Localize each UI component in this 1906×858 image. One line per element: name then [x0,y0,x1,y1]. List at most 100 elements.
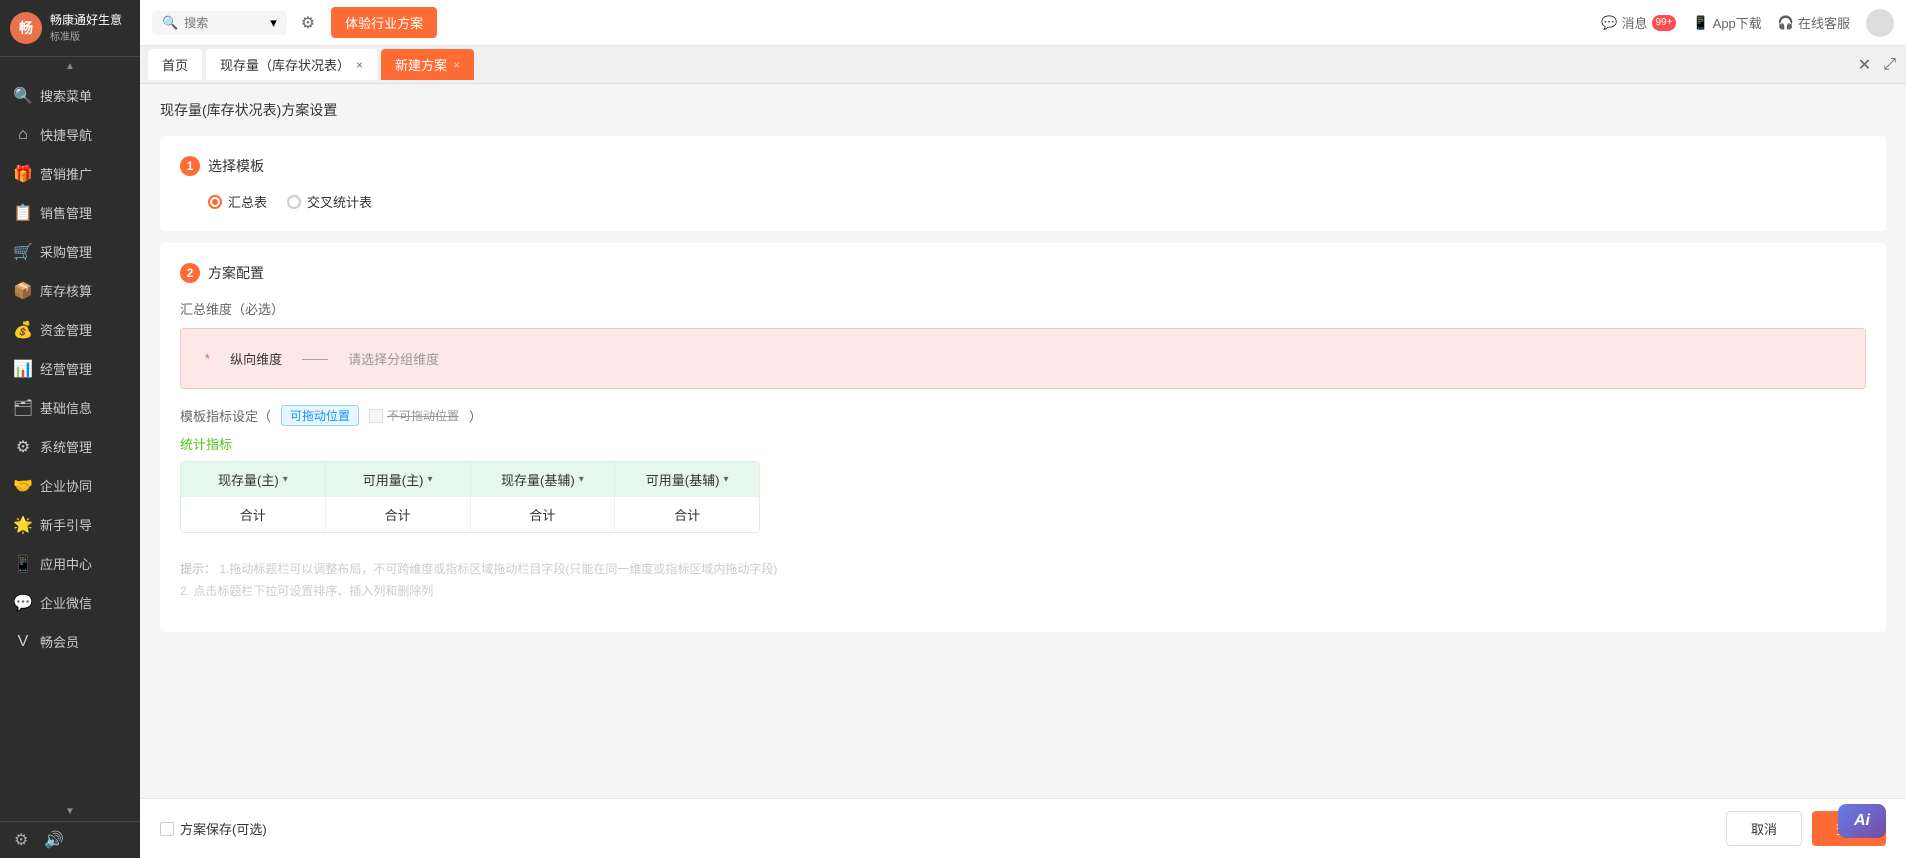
tab-inventory-status[interactable]: 现存量（库存状况表） × [206,49,377,80]
col-3-chevron[interactable]: ▾ [579,474,584,485]
step1-badge: 1 [180,156,200,176]
sidebar-item-label: 应用中心 [40,554,92,573]
cart-icon: 🛒 [14,243,32,261]
sidebar-item-label: 销售管理 [40,203,92,222]
search-icon: 🔍 [14,87,32,105]
radio-summary[interactable]: 汇总表 [208,192,267,211]
col-1-chevron[interactable]: ▾ [283,474,288,485]
sidebar-scroll-up[interactable]: ▲ [0,57,140,76]
tab-inventory-label: 现存量（库存状况表） [220,55,350,74]
footer-bar: 方案保存(可选) 取消 查询 [140,798,1906,858]
sales-icon: 📋 [14,204,32,222]
trial-btn[interactable]: 体验行业方案 [331,7,437,38]
message-badge: 99+ [1652,15,1677,31]
search-icon: 🔍 [162,15,178,31]
col-3-header[interactable]: 现存量(基辅) ▾ [471,462,616,497]
topbar-search-box[interactable]: 🔍 ▾ [152,11,287,35]
sidebar-item-base[interactable]: 🗂 基础信息 [0,388,140,427]
col-4-chevron[interactable]: ▾ [723,474,728,485]
tab-new-scheme[interactable]: 新建方案 × [381,49,474,80]
dimension-area[interactable]: * 纵向维度 —— 请选择分组维度 [180,328,1866,389]
tip-title: 提示： 1.拖动标题栏可以调整布局，不可跨维度或指标区域拖动栏目字段(只能在同一… [180,559,1866,581]
tab-new-scheme-close[interactable]: × [453,58,460,72]
section2-header: 2 方案配置 [180,263,1866,283]
customer-service-btn[interactable]: 🎧 在线客服 [1778,13,1850,32]
tab-inventory-close[interactable]: × [356,58,363,72]
settings-bottom-icon[interactable]: ⚙ [14,830,28,850]
col-2-chevron[interactable]: ▾ [427,474,432,485]
sidebar-item-operation[interactable]: 📊 经营管理 [0,349,140,388]
save-checkbox-label: 方案保存(可选) [180,819,267,838]
col-4-label: 可用量(基辅) [646,470,720,489]
section-template: 1 选择模板 汇总表 交叉统计表 [160,136,1886,231]
stats-table: 现存量(主) ▾ 可用量(主) ▾ 现存量(基辅) ▾ 可用量(基辅) [180,461,760,533]
radio-cross[interactable]: 交叉统计表 [287,192,372,211]
star-icon: 🌟 [14,516,32,534]
app-name: 畅康通好生意 [50,13,122,29]
sidebar-item-inventory[interactable]: 📦 库存核算 [0,271,140,310]
sidebar-item-sales[interactable]: 📋 销售管理 [0,193,140,232]
search-input[interactable] [184,16,264,30]
radio-cross-circle [287,195,301,209]
col-2-body: 合计 [326,497,471,532]
sidebar-item-wechat[interactable]: 💬 企业微信 [0,583,140,622]
sidebar-item-enterprise[interactable]: 🤝 企业协同 [0,466,140,505]
sidebar-item-newbie[interactable]: 🌟 新手引导 [0,505,140,544]
content-area: 现存量(库存状况表)方案设置 1 选择模板 汇总表 交叉统计表 [140,84,1906,798]
col-2-header[interactable]: 可用量(主) ▾ [326,462,471,497]
box-icon: 📦 [14,282,32,300]
save-checkbox-box[interactable] [160,822,174,836]
app-download-btn[interactable]: 📱 App下载 [1692,13,1761,32]
sidebar-logo: 畅 畅康通好生意 标准版 [0,0,140,57]
dimension-field-label: 汇总维度（必选） [180,299,1866,318]
cancel-button[interactable]: 取消 [1726,811,1802,846]
sidebar-item-label: 系统管理 [40,437,92,456]
col-3-label: 现存量(基辅) [501,470,575,489]
sidebar-item-nav[interactable]: ⌂ 快捷导航 [0,115,140,154]
close-panel-btn[interactable]: ✕ [1856,53,1873,77]
sidebar-item-label: 经营管理 [40,359,92,378]
indicator-label-text: 模板指标设定（ [180,406,271,425]
gift-icon: 🎁 [14,165,32,183]
sidebar-item-marketing[interactable]: 🎁 营销推广 [0,154,140,193]
sidebar-item-label: 基础信息 [40,398,92,417]
dimension-placeholder: 请选择分组维度 [348,349,439,368]
tab-home[interactable]: 首页 [148,49,202,80]
sidebar-item-label: 资金管理 [40,320,92,339]
non-draggable-tag: 不可拖动位置 [369,407,459,424]
speaker-bottom-icon[interactable]: 🔊 [44,830,64,850]
chart-icon: 📊 [14,360,32,378]
required-mark: * [205,351,210,366]
ai-float-btn[interactable]: Ai [1838,804,1886,838]
sidebar-scroll-down[interactable]: ▼ [0,802,140,821]
stats-header: 现存量(主) ▾ 可用量(主) ▾ 现存量(基辅) ▾ 可用量(基辅) [181,462,759,497]
topbar-gear-icon[interactable]: ⚙ [301,13,315,33]
tip-2: 2. 点击标题栏下拉可设置排序、插入列和删除列 [180,581,1866,603]
tip-1: 1.拖动标题栏可以调整布局，不可跨维度或指标区域拖动栏目字段(只能在同一维度或指… [219,562,777,576]
sidebar-item-purchase[interactable]: 🛒 采购管理 [0,232,140,271]
sidebar-item-system[interactable]: ⚙ 系统管理 [0,427,140,466]
sidebar-item-app[interactable]: 📱 应用中心 [0,544,140,583]
sidebar-item-label: 企业协同 [40,476,92,495]
save-checkbox[interactable]: 方案保存(可选) [160,819,267,838]
sidebar-item-label: 营销推广 [40,164,92,183]
col-1-header[interactable]: 现存量(主) ▾ [181,462,326,497]
sidebar-item-label: 库存核算 [40,281,92,300]
message-btn[interactable]: 💬 消息 99+ [1601,13,1676,32]
template-options: 汇总表 交叉统计表 [208,192,1866,211]
logo-icon: 畅 [10,12,42,44]
radio-summary-circle [208,195,222,209]
dropdown-arrow[interactable]: ▾ [270,15,277,31]
sidebar-item-search[interactable]: 🔍 搜索菜单 [0,76,140,115]
tab-home-label: 首页 [162,55,188,74]
phone-icon: 📱 [1692,15,1708,31]
col-1-label: 现存量(主) [218,470,279,489]
sidebar-item-label: 快捷导航 [40,125,92,144]
user-avatar[interactable] [1866,9,1894,37]
expand-panel-btn[interactable]: ⤢ [1881,54,1898,76]
phone-icon: 📱 [14,555,32,573]
sidebar-item-finance[interactable]: 💰 资金管理 [0,310,140,349]
sidebar-item-member[interactable]: V 畅会员 [0,622,140,661]
col-4-header[interactable]: 可用量(基辅) ▾ [615,462,759,497]
sidebar-item-label: 搜索菜单 [40,86,92,105]
